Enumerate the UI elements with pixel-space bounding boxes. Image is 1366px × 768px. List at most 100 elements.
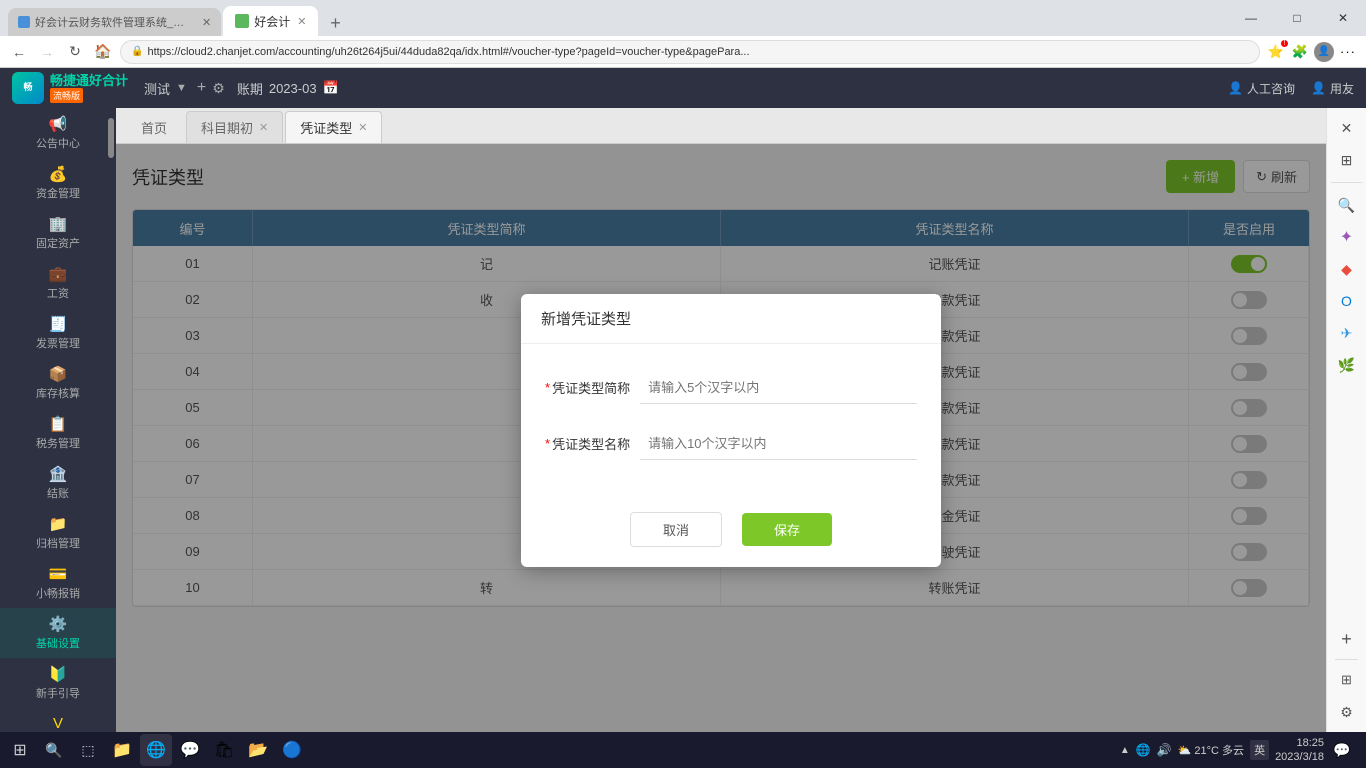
field-abbr-input[interactable] — [640, 372, 917, 404]
sidebar-item-tax[interactable]: 📋 税务管理 — [0, 408, 116, 458]
ms-edge-taskbar2[interactable]: 🔵 — [276, 734, 308, 766]
tab2-close[interactable]: ✕ — [297, 15, 306, 28]
app-logo-badge: 流畅版 — [50, 88, 83, 103]
tab-voucher-type[interactable]: 凭证类型 ✕ — [285, 111, 382, 143]
field-abbr-label: * 凭证类型简称 — [545, 378, 630, 397]
extension-btn[interactable]: 🧩 — [1290, 42, 1310, 62]
tab2-label: 好会计 — [254, 13, 290, 30]
sidebar-item-membership[interactable]: V 畅会员 — [0, 708, 116, 732]
panel-star-icon[interactable]: ✦ — [1333, 223, 1361, 251]
invoices-icon: 🧾 — [49, 315, 68, 333]
sidebar-item-basic-settings[interactable]: ⚙️ 基础设置 — [0, 608, 116, 658]
membership-icon: V — [53, 715, 63, 732]
modal-overlay: 新增凭证类型 * 凭证类型简称 * — [116, 144, 1326, 732]
panel-user-icon[interactable]: 🌿 — [1333, 351, 1361, 379]
panel-plus-icon[interactable]: + — [1333, 625, 1361, 653]
panel-close-icon[interactable]: ✕ — [1333, 114, 1361, 142]
reload-button[interactable]: ↻ — [64, 41, 86, 63]
sidebar-item-invoices[interactable]: 🧾 发票管理 — [0, 308, 116, 358]
basic-settings-icon: ⚙️ — [49, 615, 68, 633]
field-name-input[interactable] — [640, 428, 917, 460]
start-button[interactable]: ⊞ — [4, 734, 36, 766]
search-taskbar[interactable]: 🔍 — [38, 734, 70, 766]
taskbar-notification[interactable]: 💬 — [1330, 738, 1354, 762]
taskbar-volume-icon[interactable]: 🔊 — [1157, 743, 1172, 757]
profile-btn[interactable]: 👤 — [1314, 42, 1334, 62]
workspace-settings-icon[interactable]: ⚙ — [212, 80, 225, 97]
right-side-panel: ✕ ⊞ 🔍 ✦ ◆ O ✈ 🌿 + ⊞ ⚙ — [1326, 108, 1366, 732]
field-name-label: * 凭证类型名称 — [545, 434, 630, 453]
task-view[interactable]: ⬚ — [72, 734, 104, 766]
sidebar-item-expense[interactable]: 💳 小畅报销 — [0, 558, 116, 608]
user-button[interactable]: 👤 用友 — [1311, 80, 1354, 97]
taskbar-lang[interactable]: 英 — [1250, 740, 1269, 760]
window-close[interactable]: ✕ — [1320, 0, 1366, 36]
browser-extensions[interactable]: ⭐ ! 🧩 👤 ··· — [1266, 42, 1358, 62]
edge-taskbar[interactable]: 🌐 — [140, 734, 172, 766]
window-minimize[interactable]: — — [1228, 0, 1274, 36]
sidebar-item-salary[interactable]: 💼 工资 — [0, 258, 116, 308]
funds-icon: 💰 — [49, 165, 68, 183]
modal-title: 新增凭证类型 — [541, 308, 631, 329]
panel-expand-icon[interactable]: ⊞ — [1333, 146, 1361, 174]
tab-home[interactable]: 首页 — [124, 111, 184, 143]
sidebar-item-settlement[interactable]: 🏦 结账 — [0, 458, 116, 508]
forward-button[interactable]: → — [36, 41, 58, 63]
address-bar[interactable]: 🔒 https://cloud2.chanjet.com/accounting/… — [120, 40, 1260, 64]
tax-icon: 📋 — [49, 415, 68, 433]
period-value: 2023-03 — [269, 81, 317, 96]
consult-button[interactable]: 👤 人工咨询 — [1228, 80, 1295, 97]
url-text: https://cloud2.chanjet.com/accounting/uh… — [147, 46, 749, 58]
tab1-label: 好会计云财务软件管理系统_会计 — [35, 14, 195, 30]
modal-dialog: 新增凭证类型 * 凭证类型简称 * — [521, 294, 941, 567]
period-label: 账期 — [237, 79, 263, 98]
new-tab-button[interactable]: + — [322, 10, 348, 36]
workspace-label: 测试 — [144, 79, 170, 98]
sidebar: 📢 公告中心 💰 资金管理 🏢 固定资产 💼 工资 🧾 发票管理 📦 库存核算 … — [0, 108, 116, 732]
panel-feather-icon[interactable]: ✈ — [1333, 319, 1361, 347]
browser-tab-2[interactable]: 好会计 ✕ — [223, 6, 318, 36]
panel-grid-icon[interactable]: ⊞ — [1333, 666, 1361, 694]
sidebar-item-funds[interactable]: 💰 资金管理 — [0, 158, 116, 208]
cancel-button[interactable]: 取消 — [630, 512, 722, 547]
tab-voucher-type-close[interactable]: ✕ — [358, 121, 367, 134]
tab-subject-period-close[interactable]: ✕ — [259, 121, 268, 134]
sidebar-item-inventory[interactable]: 📦 库存核算 — [0, 358, 116, 408]
taskbar-weather: ⛅ 21°C 多云 — [1178, 742, 1244, 758]
windows-store-taskbar[interactable]: 🛍 — [208, 734, 240, 766]
workspace-dropdown-icon[interactable]: ▼ — [176, 82, 187, 94]
sidebar-item-new-guide[interactable]: 🔰 新手引导 — [0, 658, 116, 708]
period-lock-icon[interactable]: 📅 — [323, 80, 339, 96]
sidebar-item-fixed-assets[interactable]: 🏢 固定资产 — [0, 208, 116, 258]
inventory-icon: 📦 — [49, 365, 68, 383]
sidebar-item-archive[interactable]: 📁 归档管理 — [0, 508, 116, 558]
taskbar-up-arrow[interactable]: ▲ — [1120, 745, 1130, 756]
salary-icon: 💼 — [49, 265, 68, 283]
panel-search-icon[interactable]: 🔍 — [1333, 191, 1361, 219]
home-button[interactable]: 🏠 — [92, 41, 114, 63]
back-button[interactable]: ← — [8, 41, 30, 63]
browser-tab-1[interactable]: 好会计云财务软件管理系统_会计 ✕ — [8, 8, 221, 36]
folder-taskbar[interactable]: 📂 — [242, 734, 274, 766]
save-button[interactable]: 保存 — [742, 513, 832, 546]
panel-outlook-icon[interactable]: O — [1333, 287, 1361, 315]
archive-icon: 📁 — [49, 515, 68, 533]
sidebar-item-announcements[interactable]: 📢 公告中心 — [0, 108, 116, 158]
window-maximize[interactable]: □ — [1274, 0, 1320, 36]
tab-subject-period[interactable]: 科目期初 ✕ — [186, 111, 283, 143]
app-logo: 畅 畅捷通好合计 流畅版 — [12, 72, 128, 104]
wechat-taskbar[interactable]: 💬 — [174, 734, 206, 766]
panel-diamond-icon[interactable]: ◆ — [1333, 255, 1361, 283]
workspace-add-icon[interactable]: + — [197, 79, 206, 97]
taskbar-time: 18:25 2023/3/18 — [1275, 736, 1324, 765]
more-btn[interactable]: ··· — [1338, 42, 1358, 62]
new-guide-icon: 🔰 — [49, 665, 68, 683]
fixed-assets-icon: 🏢 — [49, 215, 68, 233]
taskbar-network-icon[interactable]: 🌐 — [1136, 743, 1151, 757]
announcements-icon: 📢 — [49, 115, 68, 133]
file-explorer-taskbar[interactable]: 📁 — [106, 734, 138, 766]
settlement-icon: 🏦 — [49, 465, 68, 483]
panel-settings-icon[interactable]: ⚙ — [1333, 698, 1361, 726]
tab1-close[interactable]: ✕ — [202, 16, 211, 29]
app-logo-text: 畅捷通好合计 — [50, 73, 128, 89]
